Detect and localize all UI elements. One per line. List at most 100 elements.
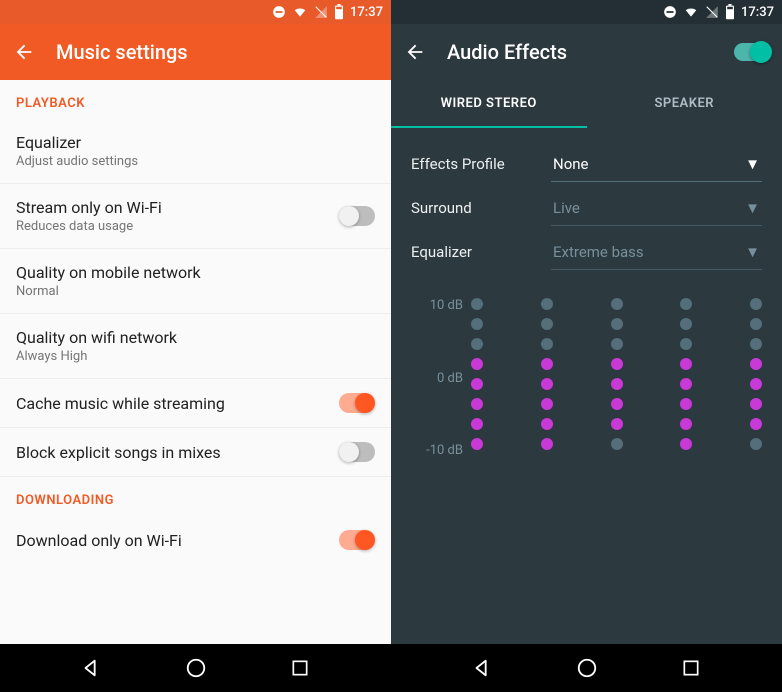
eq-dot	[611, 358, 623, 370]
app-bar: Audio Effects	[391, 24, 782, 80]
status-time: 17:37	[741, 5, 774, 20]
eq-band[interactable]	[611, 298, 623, 458]
eq-band[interactable]	[750, 298, 762, 458]
row-label: Quality on mobile network	[16, 263, 375, 282]
eq-dot	[471, 378, 483, 390]
eq-dot	[611, 418, 623, 430]
page-title: Audio Effects	[447, 40, 567, 64]
eq-dot	[541, 418, 553, 430]
eq-dot	[471, 298, 483, 310]
nav-bar	[391, 644, 782, 692]
row-quality-wifi[interactable]: Quality on wifi network Always High	[0, 314, 391, 379]
section-header-playback: PLAYBACK	[0, 80, 391, 119]
eq-dot	[471, 438, 483, 450]
eq-dot	[680, 298, 692, 310]
status-bar: 17:37	[0, 0, 391, 24]
row-sub: Reduces data usage	[16, 219, 339, 234]
row-surround: Surround Live ▼	[411, 186, 762, 230]
signal-icon	[705, 5, 719, 19]
eq-dot	[541, 438, 553, 450]
eq-dot	[471, 338, 483, 350]
eq-tick-top: 10 dB	[430, 298, 463, 313]
chevron-down-icon: ▼	[745, 243, 760, 261]
eq-dot	[750, 338, 762, 350]
nav-recents-button[interactable]	[677, 654, 705, 682]
row-label: Download only on Wi-Fi	[16, 531, 339, 550]
dropdown-equalizer: Extreme bass ▼	[551, 234, 762, 270]
tab-speaker[interactable]: SPEAKER	[587, 80, 782, 128]
eq-dot	[541, 378, 553, 390]
switch-cache[interactable]	[339, 393, 375, 413]
eq-dot	[750, 298, 762, 310]
row-quality-mobile[interactable]: Quality on mobile network Normal	[0, 249, 391, 314]
section-header-downloading: DOWNLOADING	[0, 477, 391, 516]
eq-band[interactable]	[471, 298, 483, 458]
row-sub: Adjust audio settings	[16, 154, 375, 169]
status-time: 17:37	[350, 5, 383, 20]
tabs: WIRED STEREO SPEAKER	[391, 80, 782, 128]
eq-dot	[611, 438, 623, 450]
switch-block-explicit[interactable]	[339, 442, 375, 462]
eq-dot	[611, 338, 623, 350]
eq-dot	[471, 318, 483, 330]
row-effects-profile: Effects Profile None ▼	[411, 142, 762, 186]
eq-dot	[611, 298, 623, 310]
back-button[interactable]	[12, 40, 36, 64]
eq-dot	[611, 398, 623, 410]
eq-dot	[471, 398, 483, 410]
eq-band[interactable]	[680, 298, 692, 458]
eq-dot	[541, 358, 553, 370]
nav-bar	[0, 644, 391, 692]
dnd-icon	[663, 5, 677, 19]
nav-back-button[interactable]	[468, 654, 496, 682]
back-button[interactable]	[403, 40, 427, 64]
row-label: Quality on wifi network	[16, 328, 375, 347]
row-label: Cache music while streaming	[16, 394, 339, 413]
eq-tick-bot: -10 dB	[426, 443, 463, 458]
equalizer-graph: 10 dB 0 dB -10 dB	[411, 298, 762, 458]
eq-dot	[471, 418, 483, 430]
master-toggle[interactable]	[734, 43, 770, 61]
eq-dot	[750, 378, 762, 390]
eq-band[interactable]	[541, 298, 553, 458]
eq-dot	[611, 378, 623, 390]
chevron-down-icon: ▼	[745, 199, 760, 217]
dropdown-effects-profile[interactable]: None ▼	[551, 146, 762, 182]
nav-home-button[interactable]	[573, 654, 601, 682]
row-block-explicit[interactable]: Block explicit songs in mixes	[0, 428, 391, 477]
eq-dot	[471, 358, 483, 370]
signal-icon	[314, 5, 328, 19]
battery-icon	[334, 4, 344, 20]
tab-wired-stereo[interactable]: WIRED STEREO	[391, 80, 587, 128]
eq-dot	[541, 338, 553, 350]
eq-dot	[541, 398, 553, 410]
switch-stream-wifi[interactable]	[339, 206, 375, 226]
dropdown-value: Live	[553, 199, 580, 217]
row-label: Effects Profile	[411, 155, 551, 173]
eq-dot	[750, 398, 762, 410]
row-label: Equalizer	[411, 243, 551, 261]
dropdown-surround: Live ▼	[551, 190, 762, 226]
row-cache[interactable]: Cache music while streaming	[0, 379, 391, 428]
eq-dot	[680, 338, 692, 350]
row-label: Surround	[411, 199, 551, 217]
switch-download-wifi[interactable]	[339, 530, 375, 550]
nav-recents-button[interactable]	[286, 654, 314, 682]
row-label: Block explicit songs in mixes	[16, 443, 339, 462]
settings-list: PLAYBACK Equalizer Adjust audio settings…	[0, 80, 391, 644]
row-equalizer[interactable]: Equalizer Adjust audio settings	[0, 119, 391, 184]
wifi-icon	[292, 5, 308, 19]
eq-dot	[541, 298, 553, 310]
eq-dot	[750, 318, 762, 330]
effects-panel: Effects Profile None ▼ Surround Live ▼ E…	[391, 128, 782, 644]
row-label: Equalizer	[16, 133, 375, 152]
row-stream-wifi[interactable]: Stream only on Wi-Fi Reduces data usage	[0, 184, 391, 249]
eq-dot	[750, 438, 762, 450]
row-download-wifi[interactable]: Download only on Wi-Fi	[0, 516, 391, 564]
nav-home-button[interactable]	[182, 654, 210, 682]
row-label: Stream only on Wi-Fi	[16, 198, 339, 217]
eq-dot	[611, 318, 623, 330]
eq-dot	[680, 418, 692, 430]
dnd-icon	[272, 5, 286, 19]
nav-back-button[interactable]	[77, 654, 105, 682]
